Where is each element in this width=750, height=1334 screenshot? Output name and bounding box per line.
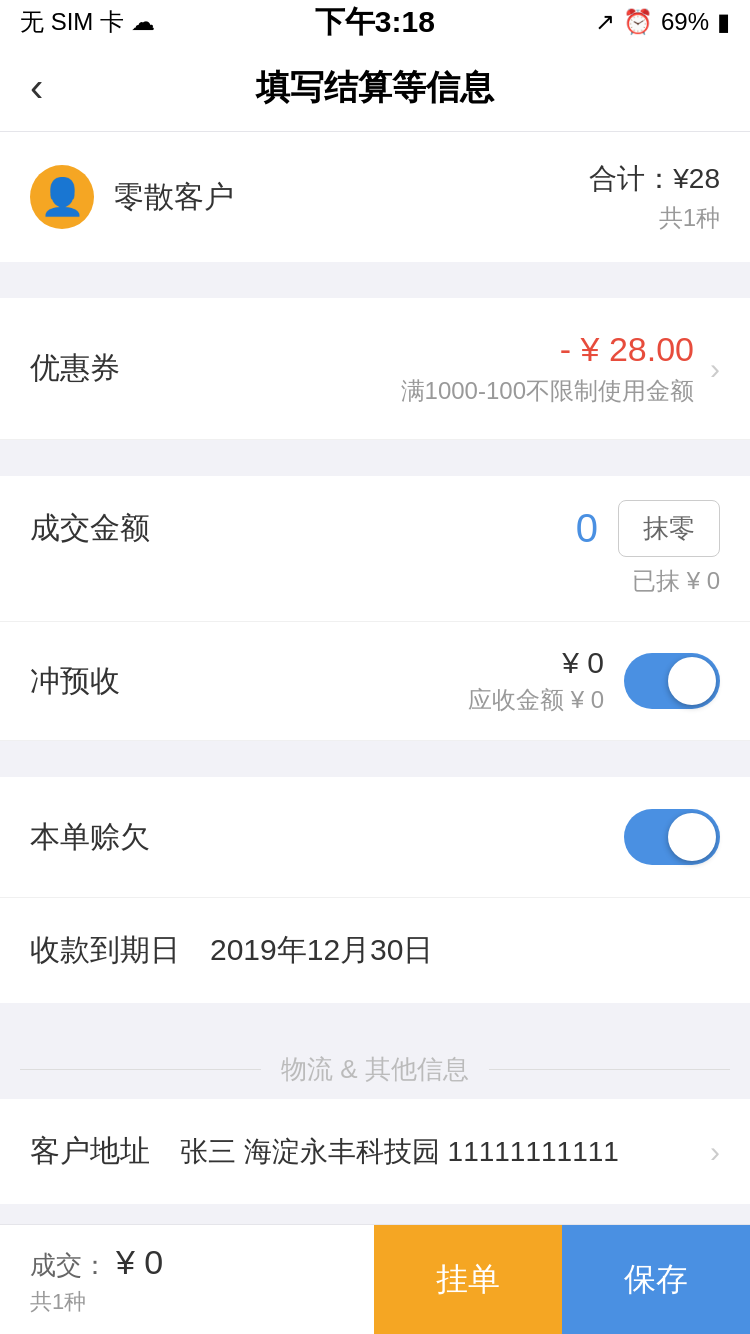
- logistics-line-right: [489, 1069, 730, 1070]
- toggle-knob: [668, 657, 716, 705]
- nav-bar: ‹ 填写结算等信息: [0, 44, 750, 132]
- deal-row-bottom: 已抹 ¥ 0: [30, 565, 720, 597]
- customer-row: 👤 零散客户 合计：¥28 共1种: [0, 132, 750, 262]
- prepay-sub: 应收金额 ¥ 0: [468, 684, 604, 716]
- coupon-section: 优惠券 - ¥ 28.00 满1000-100不限制使用金额 ›: [0, 298, 750, 440]
- divider-1: [0, 282, 750, 298]
- round-button[interactable]: 抹零: [618, 500, 720, 557]
- bottom-deal-amount: ¥ 0: [116, 1243, 163, 1282]
- customer-section: 👤 零散客户 合计：¥28 共1种: [0, 132, 750, 262]
- customer-avatar: 👤: [30, 165, 94, 229]
- credit-section: 本单赊欠 收款到期日 2019年12月30日: [0, 777, 750, 1003]
- coupon-values: - ¥ 28.00 满1000-100不限制使用金额: [401, 330, 694, 407]
- logistics-header: 物流 & 其他信息: [0, 1039, 750, 1099]
- bottom-deal-label: 成交：: [30, 1248, 108, 1283]
- alarm-icon: ⏰: [623, 8, 653, 36]
- coupon-value: - ¥ 28.00: [401, 330, 694, 369]
- customer-total: 合计：¥28: [589, 160, 720, 198]
- transaction-section: 成交金额 0 抹零 已抹 ¥ 0 冲预收 ¥ 0 应收金额 ¥ 0: [0, 476, 750, 741]
- avatar-icon: 👤: [40, 176, 85, 218]
- due-date-value[interactable]: 2019年12月30日: [210, 930, 433, 971]
- logistics-line-left: [20, 1069, 261, 1070]
- prepay-label: 冲预收: [30, 661, 120, 702]
- deal-amount-row: 成交金额 0 抹零 已抹 ¥ 0: [0, 476, 750, 622]
- credit-toggle-knob: [668, 813, 716, 861]
- bottom-count: 共1种: [30, 1287, 344, 1317]
- coupon-label: 优惠券: [30, 348, 120, 389]
- customer-left: 👤 零散客户: [30, 165, 234, 229]
- customer-name: 零散客户: [114, 177, 234, 218]
- prepay-amount: ¥ 0: [468, 646, 604, 680]
- due-date-row: 收款到期日 2019年12月30日: [0, 898, 750, 1003]
- status-left: 无 SIM 卡 ☁: [20, 6, 155, 38]
- page-title: 填写结算等信息: [256, 65, 494, 111]
- deal-label: 成交金额: [30, 508, 150, 549]
- hang-order-button[interactable]: 挂单: [374, 1225, 562, 1335]
- coupon-sub: 满1000-100不限制使用金额: [401, 375, 694, 407]
- deal-row-top: 成交金额 0 抹零: [30, 500, 720, 557]
- prepay-top: 冲预收 ¥ 0 应收金额 ¥ 0: [30, 646, 720, 716]
- coupon-row[interactable]: 优惠券 - ¥ 28.00 满1000-100不限制使用金额 ›: [0, 298, 750, 440]
- prepay-right: ¥ 0 应收金额 ¥ 0: [468, 646, 720, 716]
- due-date-label: 收款到期日: [30, 930, 180, 971]
- status-bar: 无 SIM 卡 ☁ 下午3:18 ↗ ⏰ 69% ▮: [0, 0, 750, 44]
- sim-label: 无 SIM 卡 ☁: [20, 6, 155, 38]
- coupon-right: - ¥ 28.00 满1000-100不限制使用金额 ›: [401, 330, 720, 407]
- prepay-amounts: ¥ 0 应收金额 ¥ 0: [468, 646, 604, 716]
- prepay-row: 冲预收 ¥ 0 应收金额 ¥ 0: [0, 622, 750, 741]
- bottom-bar: 成交： ¥ 0 共1种 挂单 保存: [0, 1224, 750, 1334]
- address-label: 客户地址: [30, 1131, 150, 1172]
- customer-right: 合计：¥28 共1种: [589, 160, 720, 234]
- address-chevron-icon: ›: [710, 1135, 720, 1169]
- address-section: 客户地址 张三 海淀永丰科技园 11111111111 ›: [0, 1099, 750, 1204]
- bottom-left: 成交： ¥ 0 共1种: [0, 1243, 374, 1317]
- deal-right-group: 0 抹零: [538, 500, 720, 557]
- content-area: 👤 零散客户 合计：¥28 共1种 优惠券 - ¥ 28.00 满1000-10…: [0, 132, 750, 1334]
- battery-icon: ▮: [717, 8, 730, 36]
- logistics-label: 物流 & 其他信息: [281, 1052, 469, 1087]
- chevron-right-icon: ›: [710, 352, 720, 386]
- address-row[interactable]: 客户地址 张三 海淀永丰科技园 11111111111 ›: [0, 1099, 750, 1204]
- credit-row: 本单赊欠: [0, 777, 750, 898]
- save-button[interactable]: 保存: [562, 1225, 750, 1335]
- credit-toggle[interactable]: [624, 809, 720, 865]
- divider-2: [0, 460, 750, 476]
- credit-label: 本单赊欠: [30, 817, 150, 858]
- address-value: 张三 海淀永丰科技园 11111111111: [180, 1133, 710, 1171]
- divider-4: [0, 1023, 750, 1039]
- battery-label: 69%: [661, 8, 709, 36]
- deal-amount-value[interactable]: 0: [538, 506, 598, 551]
- divider-3: [0, 761, 750, 777]
- back-button[interactable]: ‹: [30, 65, 43, 110]
- status-time: 下午3:18: [315, 2, 435, 43]
- bottom-deal-row: 成交： ¥ 0: [30, 1243, 344, 1283]
- location-icon: ↗: [595, 8, 615, 36]
- status-right: ↗ ⏰ 69% ▮: [595, 8, 730, 36]
- customer-count: 共1种: [589, 202, 720, 234]
- prepay-toggle[interactable]: [624, 653, 720, 709]
